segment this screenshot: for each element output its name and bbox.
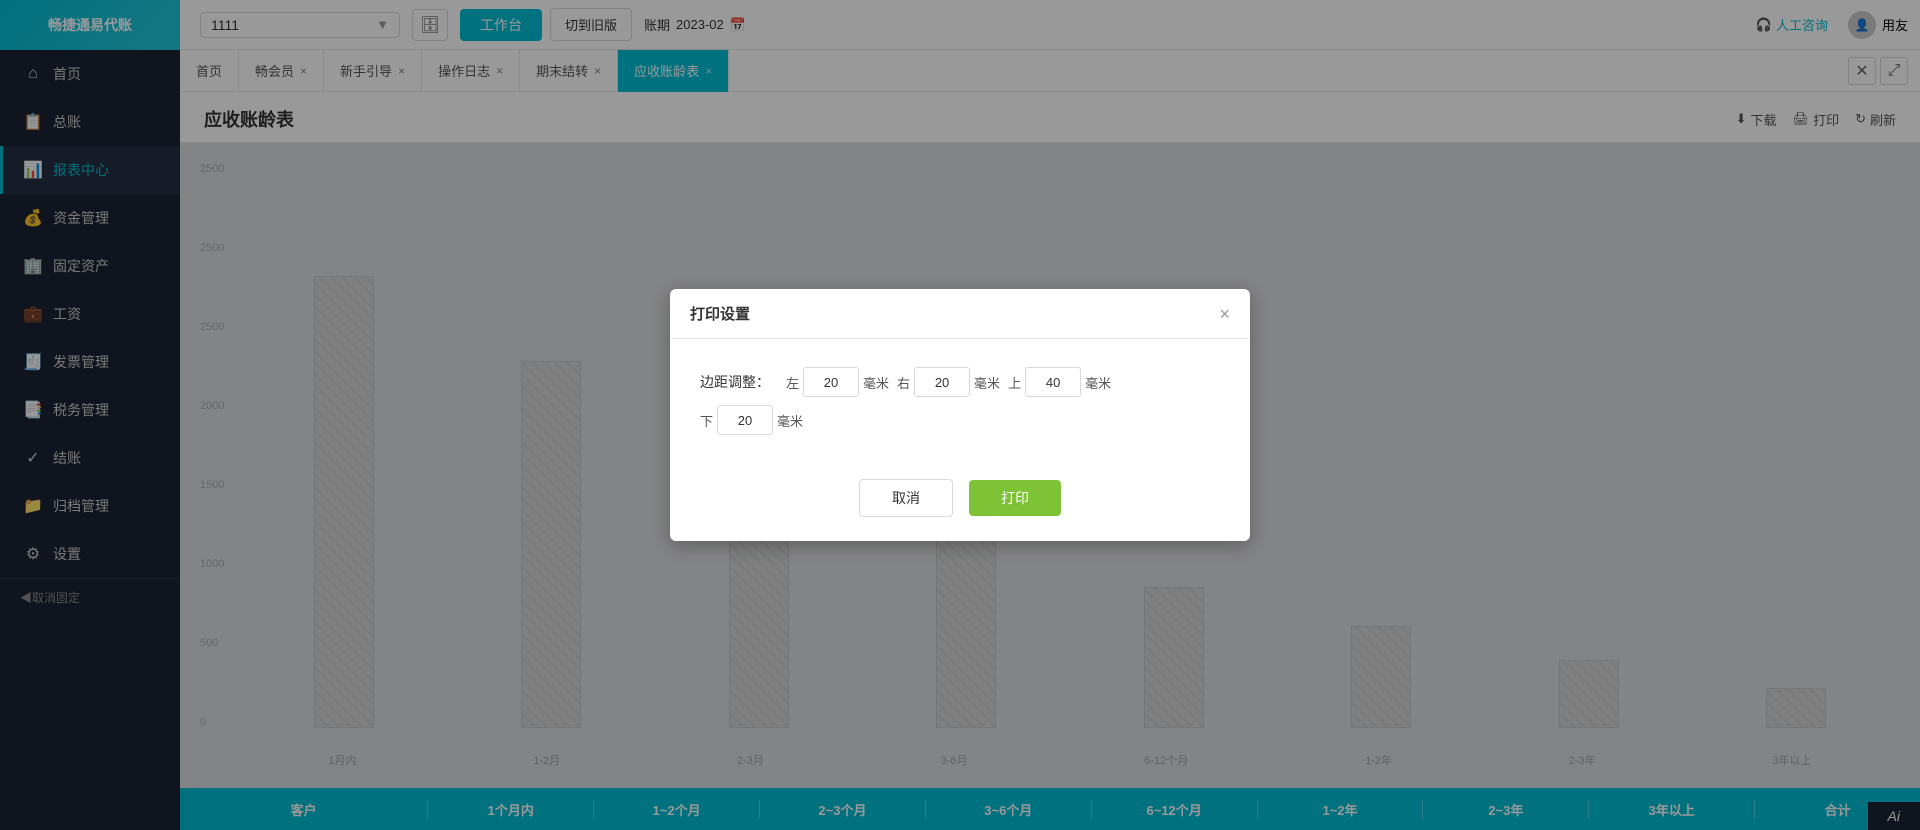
margin-left-group: 左 毫米 <box>786 367 889 397</box>
modal-header: 打印设置 × <box>670 289 1250 339</box>
confirm-print-button[interactable]: 打印 <box>969 480 1061 516</box>
margin-top-group: 上 毫米 <box>1008 367 1111 397</box>
bottom-margin-input[interactable] <box>717 405 773 435</box>
left-prefix: 左 <box>786 373 799 392</box>
top-prefix: 上 <box>1008 373 1021 392</box>
right-prefix: 右 <box>897 373 910 392</box>
right-unit: 毫米 <box>974 373 1000 392</box>
modal-footer: 取消 打印 <box>670 463 1250 541</box>
left-unit: 毫米 <box>863 373 889 392</box>
top-margin-input[interactable] <box>1025 367 1081 397</box>
modal-close-button[interactable]: × <box>1219 305 1230 323</box>
margin-row: 边距调整： 左 毫米 右 毫米 上 毫米 下 <box>700 367 1220 435</box>
modal-overlay[interactable]: 打印设置 × 边距调整： 左 毫米 右 毫米 上 毫米 <box>0 0 1920 830</box>
bottom-unit: 毫米 <box>777 411 803 430</box>
modal-body: 边距调整： 左 毫米 右 毫米 上 毫米 下 <box>670 339 1250 463</box>
cancel-button[interactable]: 取消 <box>859 479 953 517</box>
print-settings-modal: 打印设置 × 边距调整： 左 毫米 右 毫米 上 毫米 <box>670 289 1250 541</box>
right-margin-input[interactable] <box>914 367 970 397</box>
modal-title: 打印设置 <box>690 303 750 324</box>
margin-bottom-group: 下 毫米 <box>700 405 803 435</box>
top-unit: 毫米 <box>1085 373 1111 392</box>
bottom-prefix: 下 <box>700 411 713 430</box>
margin-right-group: 右 毫米 <box>897 367 1000 397</box>
left-margin-input[interactable] <box>803 367 859 397</box>
margin-label: 边距调整： <box>700 372 770 392</box>
